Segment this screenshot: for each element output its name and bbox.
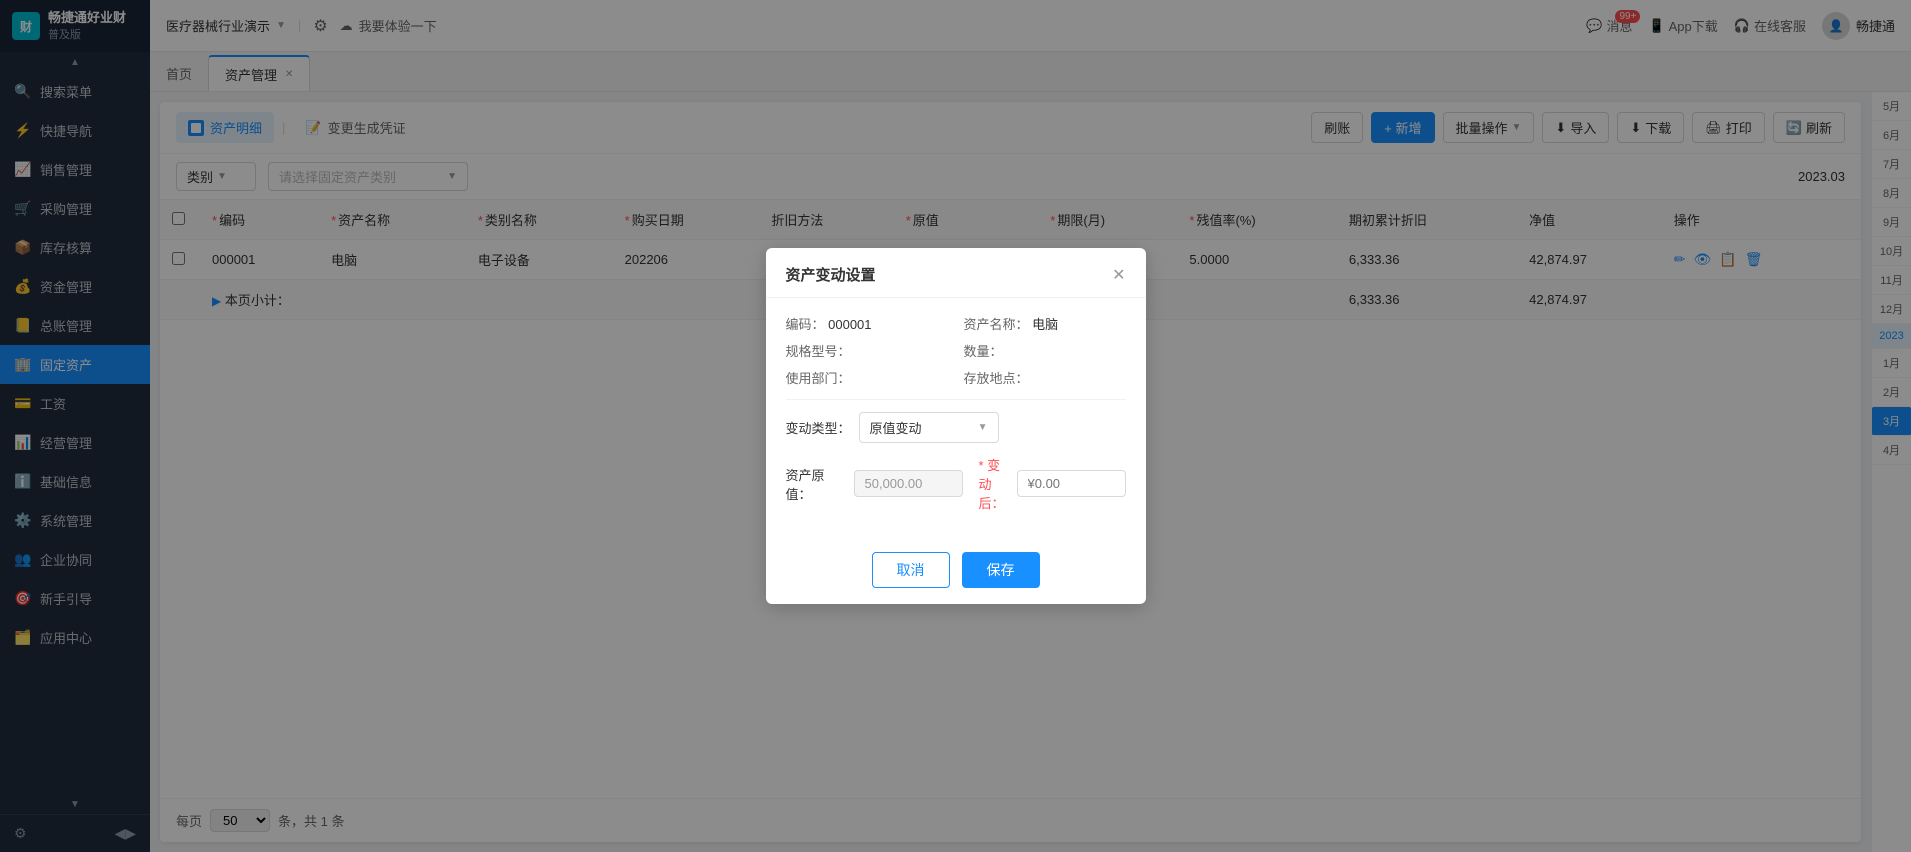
code-label: 编码： — [786, 317, 825, 332]
cancel-button[interactable]: 取消 — [872, 552, 950, 588]
modal-asset-name: 资产名称： 电脑 — [964, 314, 1126, 333]
original-value-row: 资产原值： * 变动后： — [786, 455, 1126, 512]
modal-location: 存放地点： — [964, 368, 1126, 387]
modal-footer: 取消 保存 — [766, 540, 1146, 604]
original-value-input — [854, 470, 963, 497]
spec-label: 规格型号： — [786, 344, 851, 359]
change-type-select[interactable]: 原值变动 ▼ — [859, 412, 999, 443]
change-type-dropdown-icon: ▼ — [978, 422, 988, 433]
asset-change-modal: 资产变动设置 ✕ 编码： 000001 资产名称： 电脑 规格型号： 数量： — [766, 248, 1146, 604]
modal-header: 资产变动设置 ✕ — [766, 248, 1146, 298]
dept-label: 使用部门： — [786, 371, 851, 386]
modal-qty: 数量： — [964, 341, 1126, 360]
after-label: * 变动后： — [979, 455, 1009, 512]
modal-title: 资产变动设置 — [786, 264, 876, 285]
code-value: 000001 — [828, 317, 871, 332]
save-label: 保存 — [987, 562, 1015, 578]
modal-spec: 规格型号： — [786, 341, 948, 360]
change-type-row: 变动类型： 原值变动 ▼ — [786, 412, 1126, 443]
modal-body: 编码： 000001 资产名称： 电脑 规格型号： 数量： 使用部门： — [766, 298, 1146, 540]
location-label: 存放地点： — [964, 371, 1029, 386]
modal-divider — [786, 399, 1126, 400]
modal-dept: 使用部门： — [786, 368, 948, 387]
modal-code: 编码： 000001 — [786, 314, 948, 333]
modal-info-grid: 编码： 000001 资产名称： 电脑 规格型号： 数量： 使用部门： — [786, 314, 1126, 387]
asset-name-value: 电脑 — [1032, 317, 1058, 332]
save-button[interactable]: 保存 — [962, 552, 1040, 588]
change-type-value: 原值变动 — [870, 418, 922, 437]
modal-overlay: 资产变动设置 ✕ 编码： 000001 资产名称： 电脑 规格型号： 数量： — [0, 0, 1911, 852]
original-value-label: 资产原值： — [786, 465, 846, 503]
change-type-label: 变动类型： — [786, 418, 851, 437]
asset-name-label: 资产名称： — [964, 317, 1029, 332]
after-value-input[interactable] — [1017, 470, 1126, 497]
modal-close-button[interactable]: ✕ — [1112, 265, 1125, 285]
cancel-label: 取消 — [897, 562, 925, 578]
qty-label: 数量： — [964, 344, 1003, 359]
